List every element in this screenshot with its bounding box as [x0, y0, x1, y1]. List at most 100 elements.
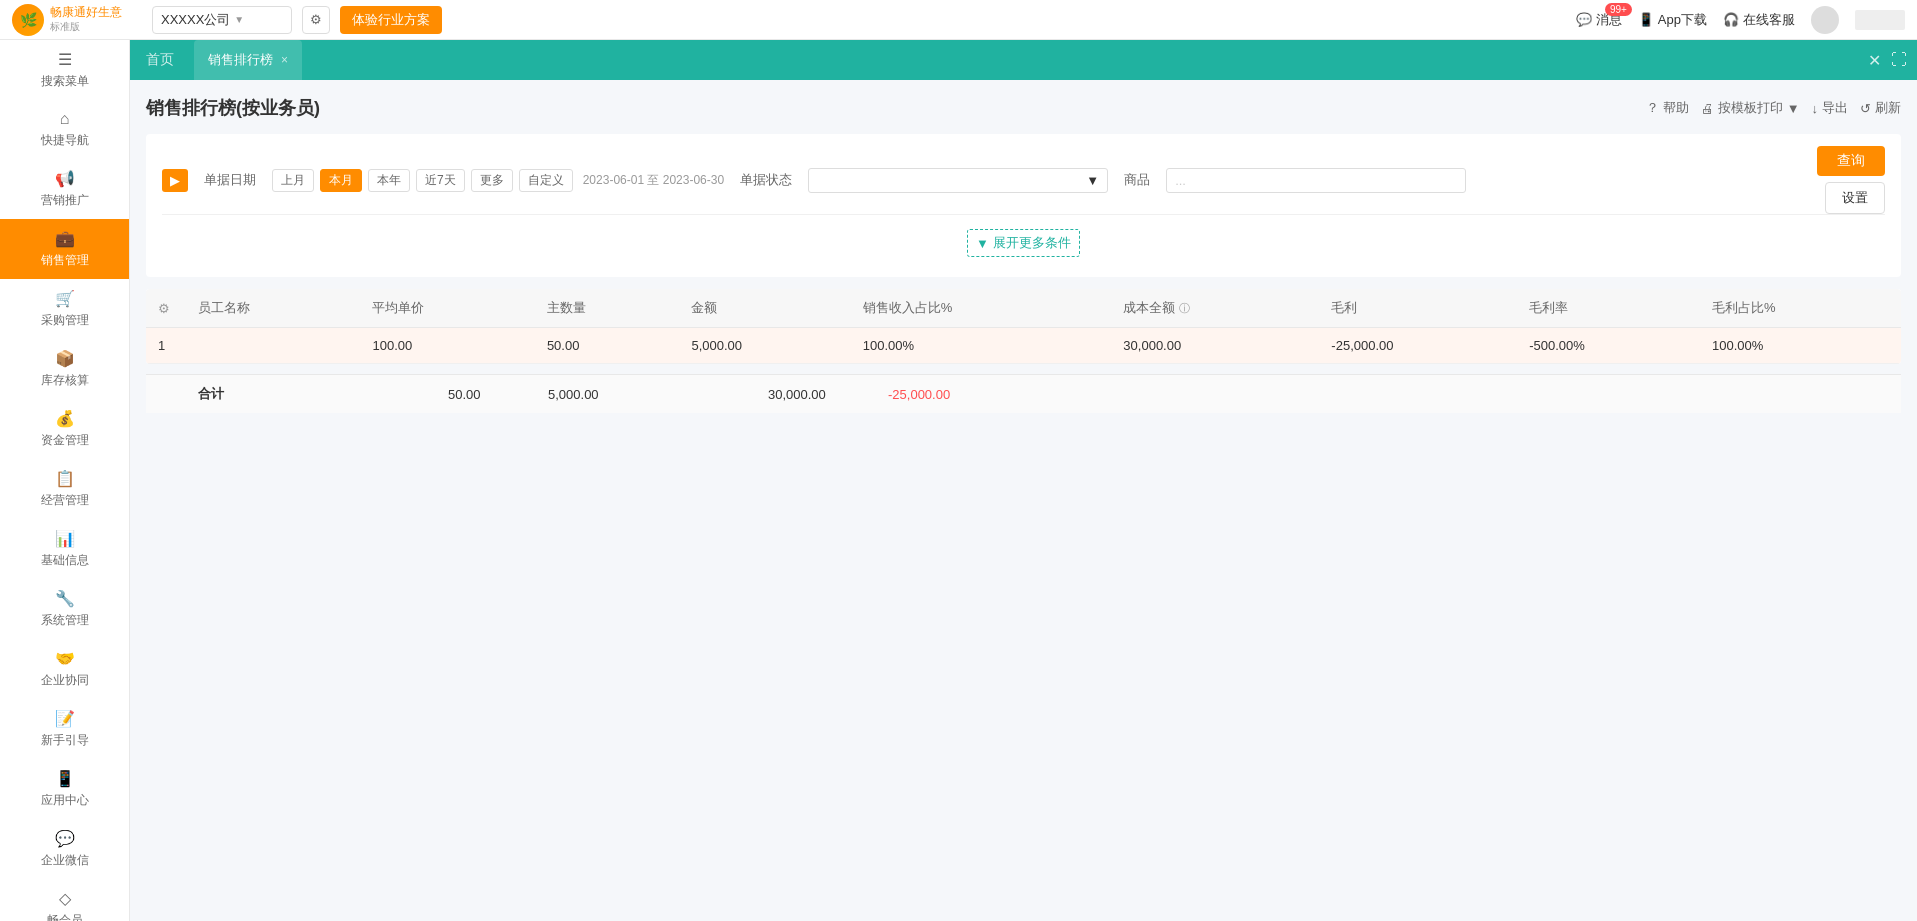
filter-toggle-btn[interactable]: ▶: [162, 169, 188, 192]
tab-home[interactable]: 首页: [130, 40, 190, 80]
filter-section: ▶ 单据日期 上月 本月 本年 近7天 更多 自定义 2023-06-01 至 …: [146, 134, 1901, 277]
refresh-label: 刷新: [1875, 99, 1901, 117]
th-gross-rate: 毛利率: [1517, 289, 1700, 328]
table-footer: 合计 50.00 5,000.00 30,000.00 -25,000.00: [146, 374, 1901, 413]
th-employee-name: 员工名称: [186, 289, 360, 328]
th-gross-profit: 毛利: [1319, 289, 1517, 328]
help-button[interactable]: ？ 帮助: [1646, 99, 1689, 117]
date-btn-more[interactable]: 更多: [471, 169, 513, 192]
print-dropdown-icon: ▼: [1787, 101, 1800, 116]
sidebar-item-label: 系统管理: [41, 612, 89, 629]
th-avg-price: 平均单价: [360, 289, 534, 328]
goods-input[interactable]: ...: [1166, 168, 1466, 193]
logo-sub: 标准版: [50, 20, 122, 34]
online-service-label: 在线客服: [1743, 11, 1795, 29]
content-area: 首页 销售排行榜 × ✕ ⛶ 销售排行榜(按业务员) ？: [130, 40, 1917, 921]
settings-icon-button[interactable]: ⚙: [302, 6, 330, 34]
th-gross-rate-label: 毛利率: [1529, 300, 1568, 315]
cell-gross-ratio: 100.00%: [1700, 328, 1901, 364]
sidebar-item-search[interactable]: ☰ 搜索菜单: [0, 40, 129, 100]
main-content: 销售排行榜(按业务员) ？ 帮助 🖨 按模板打印 ▼ ↓: [130, 80, 1917, 921]
sidebar-item-marketing[interactable]: 📢 营销推广: [0, 159, 129, 219]
page-header: 销售排行榜(按业务员) ？ 帮助 🖨 按模板打印 ▼ ↓: [146, 96, 1901, 120]
tab-bar: 首页 销售排行榜 × ✕ ⛶: [130, 40, 1917, 80]
message-icon: 💬: [1576, 12, 1592, 27]
query-button[interactable]: 查询: [1817, 146, 1885, 176]
th-sales-ratio: 销售收入占比%: [851, 289, 1112, 328]
user-name: [1855, 10, 1905, 30]
footer-gross-profit: -25,000.00: [888, 387, 1008, 402]
print-button[interactable]: 🖨 按模板打印 ▼: [1701, 99, 1800, 117]
company-name: XXXXX公司: [161, 11, 230, 29]
sidebar-item-basic-info[interactable]: 📊 基础信息: [0, 519, 129, 579]
export-label: 导出: [1822, 99, 1848, 117]
tab-fullscreen-icon[interactable]: ⛶: [1891, 51, 1907, 69]
sidebar-item-label: 应用中心: [41, 792, 89, 809]
tab-sales-ranking[interactable]: 销售排行榜 ×: [194, 40, 302, 80]
expand-more-btn[interactable]: ▼ 展开更多条件: [967, 229, 1080, 257]
goods-placeholder: ...: [1175, 173, 1186, 188]
online-service-button[interactable]: 🎧 在线客服: [1723, 11, 1795, 29]
tab-window-close-icon[interactable]: ✕: [1868, 51, 1881, 70]
sidebar-item-nav[interactable]: ⌂ 快捷导航: [0, 100, 129, 159]
sidebar-item-inventory[interactable]: 📦 库存核算: [0, 339, 129, 399]
sidebar-item-label: 企业协同: [41, 672, 89, 689]
app-download-label: App下载: [1658, 11, 1707, 29]
sidebar-item-guide[interactable]: 📝 新手引导: [0, 699, 129, 759]
th-main-qty: 主数量: [535, 289, 680, 328]
sidebar-item-purchase[interactable]: 🛒 采购管理: [0, 279, 129, 339]
column-settings-icon[interactable]: ⚙: [158, 301, 170, 316]
tab-label: 销售排行榜: [208, 51, 273, 69]
date-btn-7days[interactable]: 近7天: [416, 169, 465, 192]
inventory-icon: 📦: [55, 349, 75, 368]
setting-button[interactable]: 设置: [1825, 182, 1885, 214]
user-avatar: [1811, 6, 1839, 34]
help-label: 帮助: [1663, 99, 1689, 117]
guide-icon: 📝: [55, 709, 75, 728]
sidebar-item-operations[interactable]: 📋 经营管理: [0, 459, 129, 519]
sidebar-item-app-center[interactable]: 📱 应用中心: [0, 759, 129, 819]
sidebar-item-system[interactable]: 🔧 系统管理: [0, 579, 129, 639]
sidebar-item-vip[interactable]: ◇ 畅会员: [0, 879, 129, 921]
experience-button[interactable]: 体验行业方案: [340, 6, 442, 34]
sidebar-item-label: 营销推广: [41, 192, 89, 209]
cell-gross-rate: -500.00%: [1517, 328, 1700, 364]
header-actions: ？ 帮助 🖨 按模板打印 ▼ ↓ 导出 ↺: [1646, 99, 1901, 117]
app-download-button[interactable]: 📱 App下载: [1638, 11, 1707, 29]
status-select[interactable]: ▼: [808, 168, 1108, 193]
operations-icon: 📋: [55, 469, 75, 488]
data-table: ⚙ 员工名称 平均单价 主数量: [146, 289, 1901, 364]
sidebar-item-finance[interactable]: 💰 资金管理: [0, 399, 129, 459]
date-btn-this-month[interactable]: 本月: [320, 169, 362, 192]
refresh-button[interactable]: ↺ 刷新: [1860, 99, 1901, 117]
top-bar: 🌿 畅康通好生意 标准版 XXXXX公司 ▼ ⚙ 体验行业方案 💬 消息 99+…: [0, 0, 1917, 40]
th-employee-label: 员工名称: [198, 300, 250, 315]
sidebar-item-sales[interactable]: 💼 销售管理: [0, 219, 129, 279]
filter-toggle-icon: ▶: [170, 173, 180, 188]
cell-avg-price: 100.00: [360, 328, 534, 364]
date-btn-custom[interactable]: 自定义: [519, 169, 573, 192]
cost-help-icon[interactable]: ⓘ: [1179, 302, 1190, 314]
tab-close-icon[interactable]: ×: [281, 53, 288, 67]
headset-icon: 🎧: [1723, 12, 1739, 27]
wechat-icon: 💬: [55, 829, 75, 848]
th-gross-ratio-label: 毛利占比%: [1712, 300, 1776, 315]
basic-info-icon: 📊: [55, 529, 75, 548]
company-selector[interactable]: XXXXX公司 ▼: [152, 6, 292, 34]
message-button[interactable]: 💬 消息 99+: [1576, 11, 1622, 29]
th-cost-label: 成本全额: [1123, 300, 1175, 315]
cell-name: [186, 328, 360, 364]
footer-amount: 5,000.00: [548, 387, 648, 402]
th-amount: 金额: [679, 289, 850, 328]
th-amount-label: 金额: [691, 300, 717, 315]
sidebar-item-wechat[interactable]: 💬 企业微信: [0, 819, 129, 879]
table-section: ⚙ 员工名称 平均单价 主数量: [146, 289, 1901, 364]
date-btn-this-year[interactable]: 本年: [368, 169, 410, 192]
date-btn-last-month[interactable]: 上月: [272, 169, 314, 192]
export-button[interactable]: ↓ 导出: [1812, 99, 1849, 117]
sidebar-item-collaboration[interactable]: 🤝 企业协同: [0, 639, 129, 699]
th-gross-ratio: 毛利占比%: [1700, 289, 1901, 328]
sidebar: ☰ 搜索菜单 ⌂ 快捷导航 📢 营销推广 💼 销售管理 🛒 采购管理 📦 库: [0, 40, 130, 921]
top-bar-right: 💬 消息 99+ 📱 App下载 🎧 在线客服: [1576, 6, 1905, 34]
logo-area: 🌿 畅康通好生意 标准版: [12, 4, 142, 36]
